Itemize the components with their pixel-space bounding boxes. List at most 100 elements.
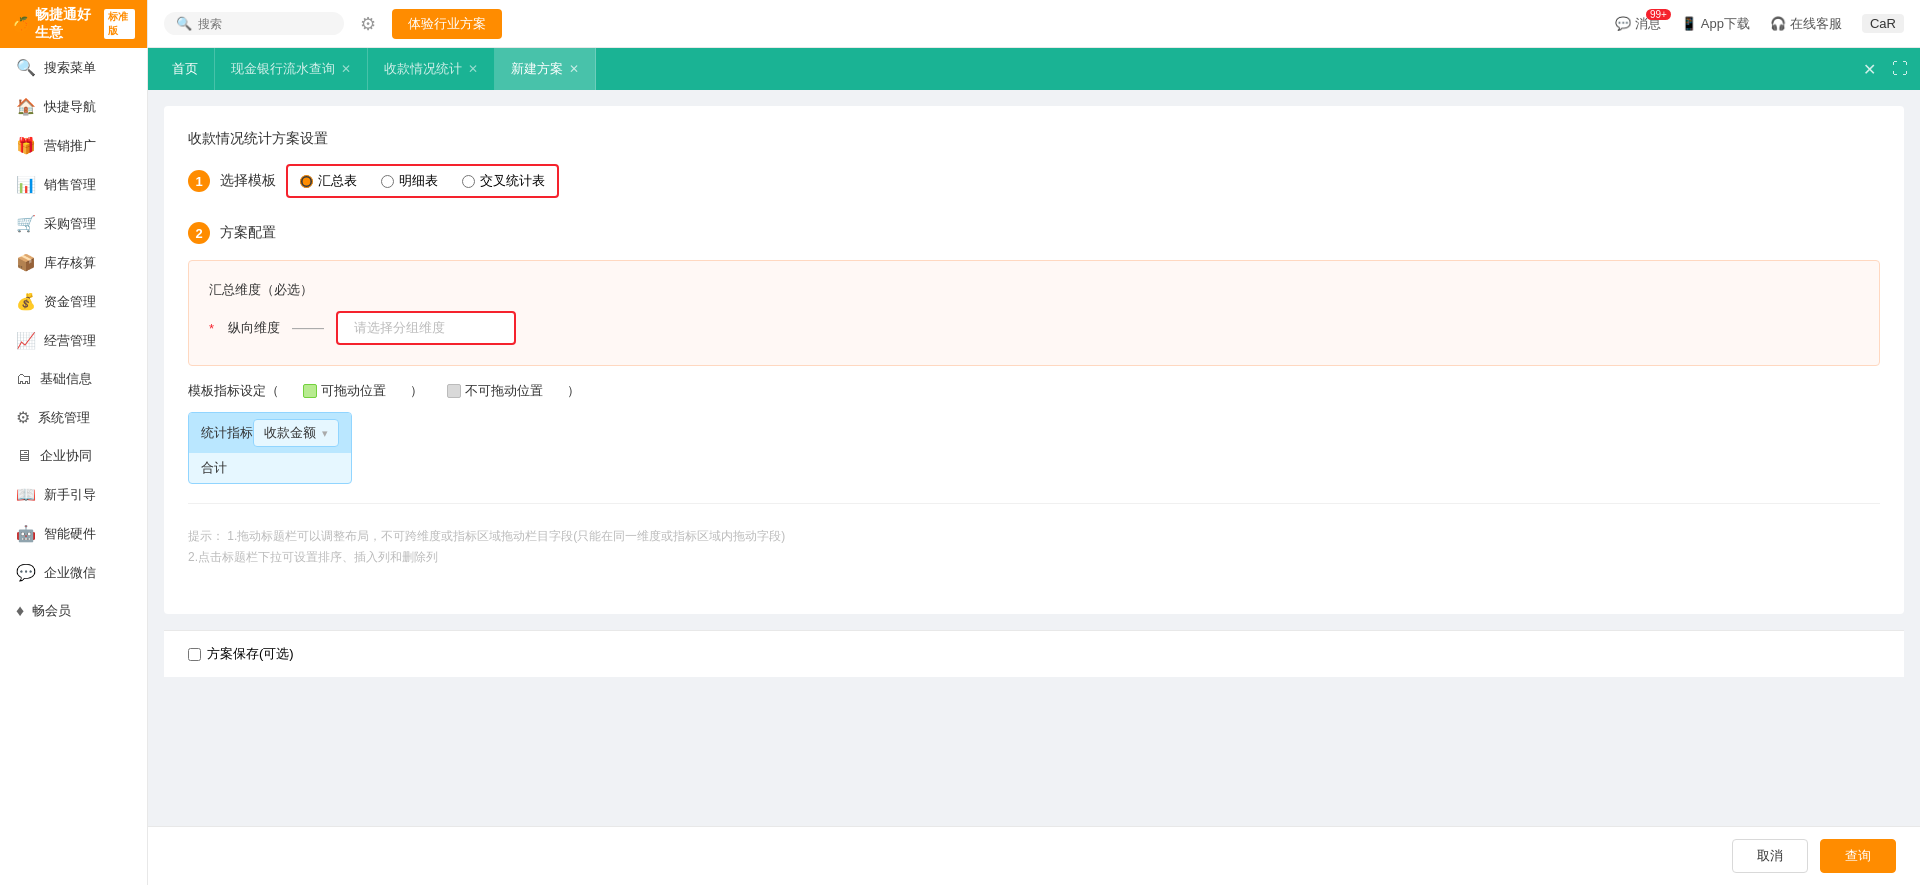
drag-legend: 可拖动位置 bbox=[303, 382, 386, 400]
search-input[interactable] bbox=[198, 17, 328, 31]
sidebar-item-finance[interactable]: 💰 资金管理 bbox=[0, 282, 147, 321]
vertical-dim-label: 纵向维度 bbox=[228, 319, 280, 337]
step1-section: 1 选择模板 汇总表 明细表 交叉统计表 bbox=[188, 164, 1880, 198]
indicators-title: 模板指标设定（ bbox=[188, 382, 279, 400]
step2-section: 2 方案配置 汇总维度（必选） * 纵向维度 —— 请选择分组维度 bbox=[188, 222, 1880, 566]
notification-btn[interactable]: 💬 消息 99+ bbox=[1615, 15, 1661, 33]
step1-title: 选择模板 bbox=[220, 172, 276, 190]
cancel-button[interactable]: 取消 bbox=[1732, 839, 1808, 873]
stat-row-label: 合计 bbox=[201, 460, 227, 475]
radio-summary[interactable]: 汇总表 bbox=[300, 172, 357, 190]
online-service-btn[interactable]: 🎧 在线客服 bbox=[1770, 15, 1842, 33]
hint-2: 2.点击标题栏下拉可设置排序、插入列和删除列 bbox=[188, 549, 1880, 566]
radio-summary-input[interactable] bbox=[300, 175, 313, 188]
radio-detail-label: 明细表 bbox=[399, 172, 438, 190]
tab-close-icon[interactable]: ✕ bbox=[1859, 56, 1880, 83]
indicator-tag[interactable]: 收款金额 ▾ bbox=[253, 419, 339, 447]
stat-group-label: 统计指标 bbox=[201, 424, 253, 442]
main-area: 🔍 ⚙ 体验行业方案 💬 消息 99+ 📱 App下载 🎧 在线客服 CaR 首… bbox=[148, 0, 1920, 885]
app-download-btn[interactable]: 📱 App下载 bbox=[1681, 15, 1750, 33]
tab-bank-flow-close[interactable]: ✕ bbox=[341, 62, 351, 76]
wechat-icon: 💬 bbox=[16, 563, 36, 582]
draggable-dot bbox=[303, 384, 317, 398]
home-icon: 🏠 bbox=[16, 97, 36, 116]
logo-icon: 🍊 bbox=[12, 16, 29, 32]
drag-label: 可拖动位置 bbox=[321, 382, 386, 400]
save-label: 方案保存(可选) bbox=[207, 645, 294, 663]
tab-new-plan-close[interactable]: ✕ bbox=[569, 62, 579, 76]
message-icon: 💬 bbox=[1615, 16, 1631, 31]
sidebar-item-inventory[interactable]: 📦 库存核算 bbox=[0, 243, 147, 282]
dimension-select[interactable]: 请选择分组维度 bbox=[336, 311, 516, 345]
query-button[interactable]: 查询 bbox=[1820, 839, 1896, 873]
tabbar-actions: ✕ ⛶ bbox=[1859, 56, 1912, 83]
radio-cross-input[interactable] bbox=[462, 175, 475, 188]
footer-bar: 取消 查询 bbox=[148, 826, 1920, 885]
sidebar-item-marketing[interactable]: 🎁 营销推广 bbox=[0, 126, 147, 165]
sidebar-item-label: 企业微信 bbox=[44, 564, 96, 582]
tab-collection-stat-close[interactable]: ✕ bbox=[468, 62, 478, 76]
username-display: CaR bbox=[1862, 14, 1904, 33]
tab-home[interactable]: 首页 bbox=[156, 48, 215, 90]
settings-icon[interactable]: ⚙ bbox=[360, 13, 376, 35]
sidebar-item-basic-info[interactable]: 🗂 基础信息 bbox=[0, 360, 147, 398]
sidebar-item-purchase[interactable]: 🛒 采购管理 bbox=[0, 204, 147, 243]
sales-icon: 📊 bbox=[16, 175, 36, 194]
sidebar-item-label: 资金管理 bbox=[44, 293, 96, 311]
logo-badge: 标准版 bbox=[104, 9, 135, 39]
sidebar-logo: 🍊 畅捷通好生意 标准版 bbox=[0, 0, 147, 48]
sidebar-item-label: 基础信息 bbox=[40, 370, 92, 388]
tab-collection-stat-label: 收款情况统计 bbox=[384, 60, 462, 78]
step2-number: 2 bbox=[188, 222, 210, 244]
sidebar-item-system[interactable]: ⚙ 系统管理 bbox=[0, 398, 147, 437]
sidebar-item-label: 销售管理 bbox=[44, 176, 96, 194]
sidebar-item-label: 智能硬件 bbox=[44, 525, 96, 543]
sidebar-item-wechat[interactable]: 💬 企业微信 bbox=[0, 553, 147, 592]
tab-expand-icon[interactable]: ⛶ bbox=[1888, 56, 1912, 82]
sidebar-item-label: 快捷导航 bbox=[44, 98, 96, 116]
tab-bank-flow[interactable]: 现金银行流水查询 ✕ bbox=[215, 48, 368, 90]
tab-home-label: 首页 bbox=[172, 60, 198, 78]
radio-detail[interactable]: 明细表 bbox=[381, 172, 438, 190]
online-service-label: 在线客服 bbox=[1790, 15, 1842, 33]
chevron-down-icon: ▾ bbox=[322, 427, 328, 440]
step2-header: 2 方案配置 bbox=[188, 222, 1880, 244]
industry-btn[interactable]: 体验行业方案 bbox=[392, 9, 502, 39]
tab-bank-flow-label: 现金银行流水查询 bbox=[231, 60, 335, 78]
download-icon: 📱 bbox=[1681, 16, 1697, 31]
sidebar-item-quick-nav[interactable]: 🏠 快捷导航 bbox=[0, 87, 147, 126]
save-section: 方案保存(可选) bbox=[164, 630, 1904, 677]
sidebar-item-guide[interactable]: 📖 新手引导 bbox=[0, 475, 147, 514]
sidebar-item-label: 库存核算 bbox=[44, 254, 96, 272]
sidebar-item-hardware[interactable]: 🤖 智能硬件 bbox=[0, 514, 147, 553]
logo-text: 畅捷通好生意 bbox=[35, 6, 98, 42]
radio-detail-input[interactable] bbox=[381, 175, 394, 188]
search-icon: 🔍 bbox=[16, 58, 36, 77]
sidebar-item-label: 搜索菜单 bbox=[44, 59, 96, 77]
radio-cross-label: 交叉统计表 bbox=[480, 172, 545, 190]
indicators-section: 模板指标设定（ 可拖动位置 ） 不可拖动位置 ） bbox=[188, 382, 1880, 487]
separator: ） bbox=[410, 382, 423, 400]
tab-collection-stat[interactable]: 收款情况统计 ✕ bbox=[368, 48, 495, 90]
page-title: 收款情况统计方案设置 bbox=[188, 130, 1880, 148]
main-card: 收款情况统计方案设置 1 选择模板 汇总表 明细表 bbox=[164, 106, 1904, 614]
stat-group-body: 合计 bbox=[189, 453, 351, 483]
sidebar-item-member[interactable]: ♦ 畅会员 bbox=[0, 592, 147, 630]
divider bbox=[188, 503, 1880, 504]
sidebar-item-label: 企业协同 bbox=[40, 447, 92, 465]
purchase-icon: 🛒 bbox=[16, 214, 36, 233]
tab-new-plan[interactable]: 新建方案 ✕ bbox=[495, 48, 596, 90]
no-drag-legend: 不可拖动位置 bbox=[447, 382, 543, 400]
search-bar[interactable]: 🔍 bbox=[164, 12, 344, 35]
service-icon: 🎧 bbox=[1770, 16, 1786, 31]
sidebar-item-label: 畅会员 bbox=[32, 602, 71, 620]
sidebar-item-search[interactable]: 🔍 搜索菜单 bbox=[0, 48, 147, 87]
sidebar-item-operation[interactable]: 📈 经营管理 bbox=[0, 321, 147, 360]
sidebar-item-enterprise[interactable]: 🖥 企业协同 bbox=[0, 437, 147, 475]
sidebar-item-sales[interactable]: 📊 销售管理 bbox=[0, 165, 147, 204]
save-checkbox[interactable] bbox=[188, 648, 201, 661]
sidebar-item-label: 经营管理 bbox=[44, 332, 96, 350]
radio-cross[interactable]: 交叉统计表 bbox=[462, 172, 545, 190]
required-star: * bbox=[209, 321, 214, 336]
sidebar-item-label: 新手引导 bbox=[44, 486, 96, 504]
